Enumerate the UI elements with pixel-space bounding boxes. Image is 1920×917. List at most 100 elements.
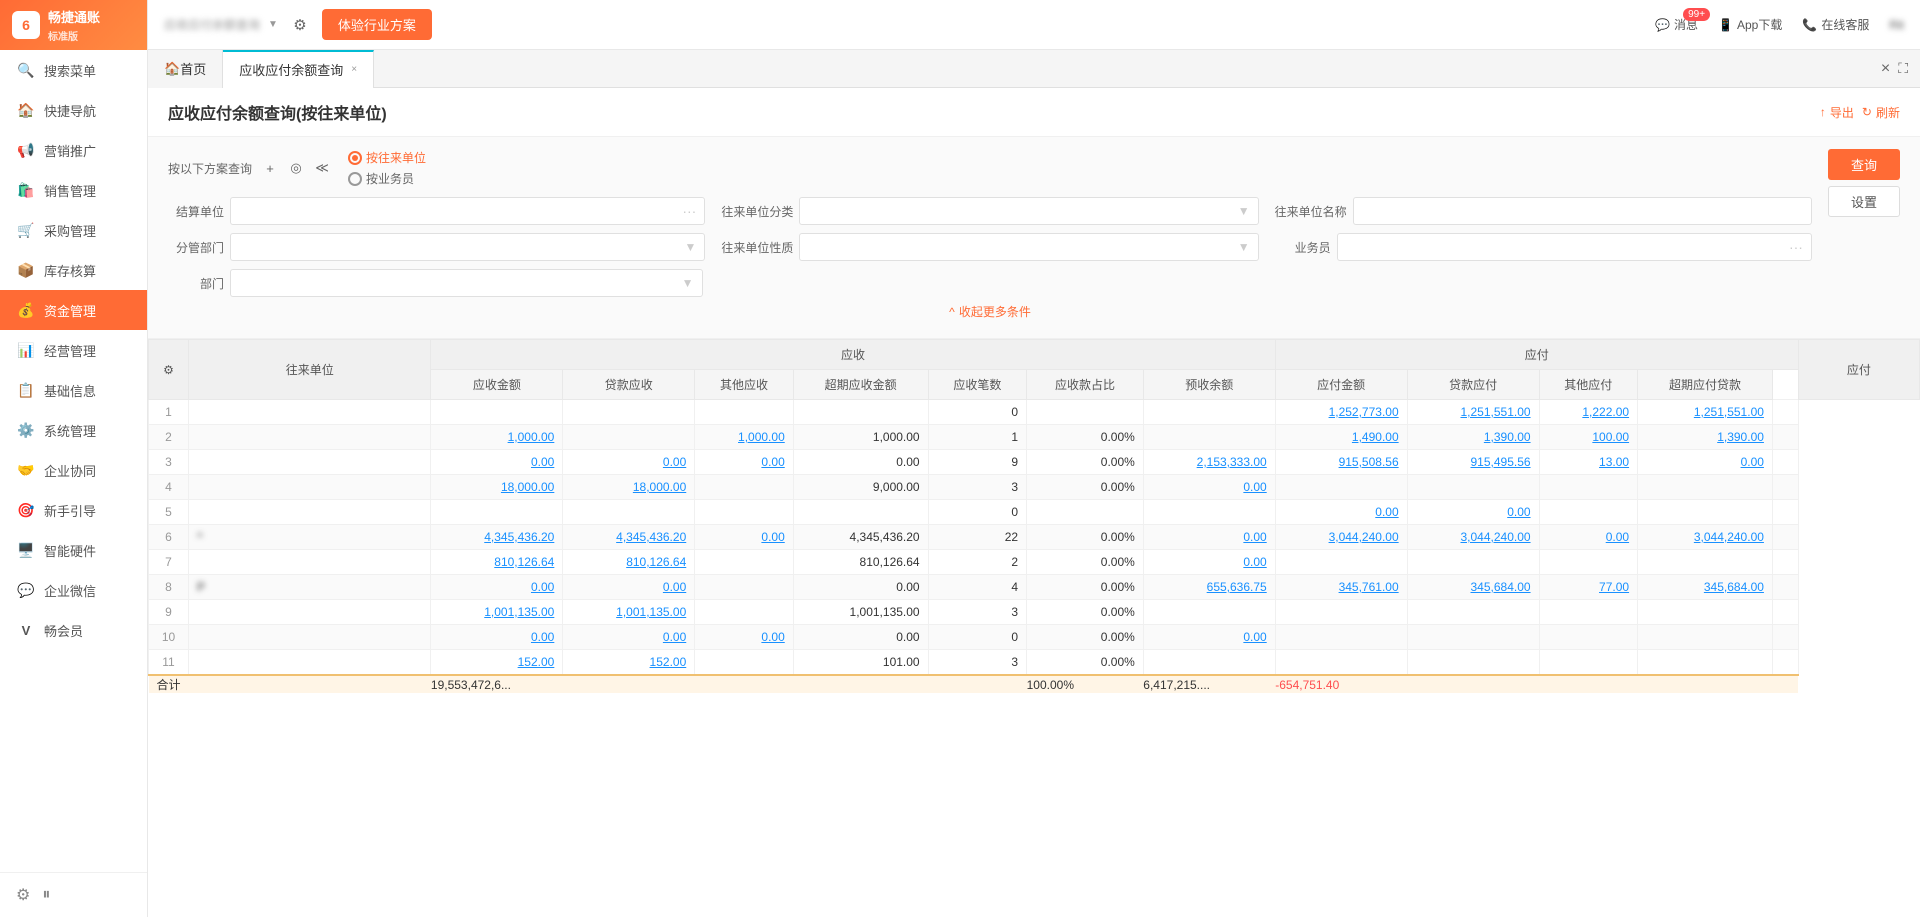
branch-dept-select[interactable]: ▼ (230, 233, 705, 261)
sidebar-item-inventory[interactable]: 📦 库存核算 (0, 250, 147, 290)
table-cell[interactable]: 810,126.64 (563, 550, 695, 575)
table-cell[interactable]: 152.00 (431, 650, 563, 676)
sidebar-item-purchase[interactable]: 🛒 采购管理 (0, 210, 147, 250)
user-menu[interactable]: Rit (1889, 18, 1904, 32)
table-cell[interactable]: 345,684.00 (1407, 575, 1539, 600)
settlement-unit-input[interactable]: ··· (230, 197, 705, 225)
scheme-salesperson-radio[interactable] (348, 172, 362, 186)
trial-button[interactable]: 体验行业方案 (322, 9, 432, 40)
sidebar-item-basic-info[interactable]: 📋 基础信息 (0, 370, 147, 410)
table-cell[interactable]: 2,153,333.00 (1143, 450, 1275, 475)
table-cell[interactable]: 810,126.64 (431, 550, 563, 575)
refresh-button[interactable]: ↻ 刷新 (1862, 104, 1900, 121)
table-cell[interactable]: 1,251,551.00 (1638, 400, 1773, 425)
tab-bar-close-icon[interactable]: × (1881, 60, 1890, 78)
table-cell[interactable]: 0.00 (1143, 550, 1275, 575)
table-cell[interactable]: 152.00 (563, 650, 695, 676)
sidebar-item-marketing[interactable]: 📢 营销推广 (0, 130, 147, 170)
online-service-button[interactable]: 📞 在线客服 (1802, 16, 1869, 33)
table-cell[interactable]: 0.00 (431, 625, 563, 650)
gear-header-icon[interactable]: ⚙ (163, 363, 174, 377)
table-cell[interactable]: 0.00 (1143, 475, 1275, 500)
table-cell[interactable]: 13.00 (1539, 450, 1638, 475)
table-cell[interactable]: 345,761.00 (1275, 575, 1407, 600)
sidebar-collapse-icon[interactable]: ⏸ (42, 886, 50, 904)
scheme-by-salesperson[interactable]: 按业务员 (348, 170, 426, 187)
sidebar-item-system[interactable]: ⚙️ 系统管理 (0, 410, 147, 450)
unit-category-select[interactable]: ▼ (799, 197, 1258, 225)
setting-button[interactable]: 设置 (1828, 186, 1900, 217)
table-cell[interactable]: 915,508.56 (1275, 450, 1407, 475)
table-cell[interactable]: 0.00 (1143, 525, 1275, 550)
tab-close-icon[interactable]: × (351, 64, 357, 75)
table-cell[interactable]: 77.00 (1539, 575, 1638, 600)
table-cell[interactable]: 3,044,240.00 (1638, 525, 1773, 550)
salesperson-dots-icon[interactable]: ··· (1789, 239, 1803, 255)
sidebar-item-hardware[interactable]: 🖥️ 智能硬件 (0, 530, 147, 570)
unit-name-input[interactable] (1353, 197, 1812, 225)
scheme-by-unit[interactable]: 按往来单位 (348, 149, 426, 166)
table-cell[interactable]: 4,345,436.20 (563, 525, 695, 550)
table-cell[interactable]: 0.00 (431, 450, 563, 475)
add-filter-icon[interactable]: + (260, 158, 280, 178)
header-gear-button[interactable]: ⚙ (286, 11, 314, 39)
table-cell[interactable]: 1,390.00 (1407, 425, 1539, 450)
table-cell[interactable]: 1,252,773.00 (1275, 400, 1407, 425)
sidebar-item-member[interactable]: V 畅会员 (0, 610, 147, 650)
table-cell[interactable]: 18,000.00 (431, 475, 563, 500)
breadcrumb-chevron-icon[interactable]: ▼ (268, 19, 278, 30)
table-cell[interactable]: 0.00 (695, 525, 794, 550)
table-cell[interactable]: 18,000.00 (563, 475, 695, 500)
message-button[interactable]: 💬 消息 99+ (1655, 16, 1698, 33)
table-cell[interactable]: 0.00 (431, 575, 563, 600)
salesperson-input[interactable]: ··· (1337, 233, 1812, 261)
collapse-more-button[interactable]: ^ 收起更多条件 (168, 297, 1812, 326)
department-select[interactable]: ▼ (230, 269, 703, 297)
table-cell[interactable]: 345,684.00 (1638, 575, 1773, 600)
table-cell[interactable]: 0.00 (563, 450, 695, 475)
target-filter-icon[interactable]: ◎ (286, 158, 306, 178)
table-cell[interactable]: 3,044,240.00 (1407, 525, 1539, 550)
table-cell[interactable]: 100.00 (1539, 425, 1638, 450)
tab-home[interactable]: 🏠 首页 (148, 50, 223, 88)
sidebar-item-finance[interactable]: 💰 资金管理 (0, 290, 147, 330)
sidebar-item-sales[interactable]: 🛍️ 销售管理 (0, 170, 147, 210)
table-cell[interactable]: 1,222.00 (1539, 400, 1638, 425)
unit-nature-select[interactable]: ▼ (799, 233, 1258, 261)
scheme-unit-radio[interactable] (348, 151, 362, 165)
sidebar-item-wechat[interactable]: 💬 企业微信 (0, 570, 147, 610)
table-cell[interactable]: 0.00 (563, 575, 695, 600)
table-cell[interactable]: 1,390.00 (1638, 425, 1773, 450)
table-cell[interactable]: 915,495.56 (1407, 450, 1539, 475)
table-cell[interactable]: 0.00 (563, 625, 695, 650)
table-cell[interactable]: 0.00 (695, 625, 794, 650)
table-cell[interactable]: 0.00 (1407, 500, 1539, 525)
table-cell[interactable]: 3,044,240.00 (1275, 525, 1407, 550)
tab-ar-ap[interactable]: 应收应付余额查询 × (223, 50, 374, 88)
table-cell[interactable]: 4,345,436.20 (431, 525, 563, 550)
table-cell[interactable]: 1,490.00 (1275, 425, 1407, 450)
table-cell[interactable]: 1,001,135.00 (563, 600, 695, 625)
table-cell[interactable]: 0.00 (695, 450, 794, 475)
collapse-filter-icon[interactable]: ≪ (312, 158, 332, 178)
app-download-button[interactable]: 📱 App下载 (1718, 16, 1782, 33)
query-button[interactable]: 查询 (1828, 149, 1900, 180)
sidebar-item-quick-nav[interactable]: 🏠 快捷导航 (0, 90, 147, 130)
table-cell[interactable]: 0.00 (1638, 450, 1773, 475)
sidebar-item-operations[interactable]: 📊 经营管理 (0, 330, 147, 370)
tab-bar-expand-icon[interactable]: ⛶ (1898, 60, 1908, 77)
sidebar-item-search-menu[interactable]: 🔍 搜索菜单 (0, 50, 147, 90)
table-cell[interactable]: 1,000.00 (695, 425, 794, 450)
table-cell[interactable]: 1,001,135.00 (431, 600, 563, 625)
table-cell[interactable]: 0.00 (1275, 500, 1407, 525)
sidebar-item-guide[interactable]: 🎯 新手引导 (0, 490, 147, 530)
sidebar-settings-icon[interactable]: ⚙ (16, 885, 30, 905)
table-cell[interactable]: 655,636.75 (1143, 575, 1275, 600)
table-cell[interactable]: 1,000.00 (431, 425, 563, 450)
settlement-dots-icon[interactable]: ··· (682, 203, 696, 219)
table-cell[interactable]: 0.00 (1143, 625, 1275, 650)
sidebar-item-cooperation[interactable]: 🤝 企业协同 (0, 450, 147, 490)
export-button[interactable]: ↑ 导出 (1820, 104, 1854, 121)
table-cell[interactable]: 0.00 (1539, 525, 1638, 550)
table-cell[interactable]: 1,251,551.00 (1407, 400, 1539, 425)
